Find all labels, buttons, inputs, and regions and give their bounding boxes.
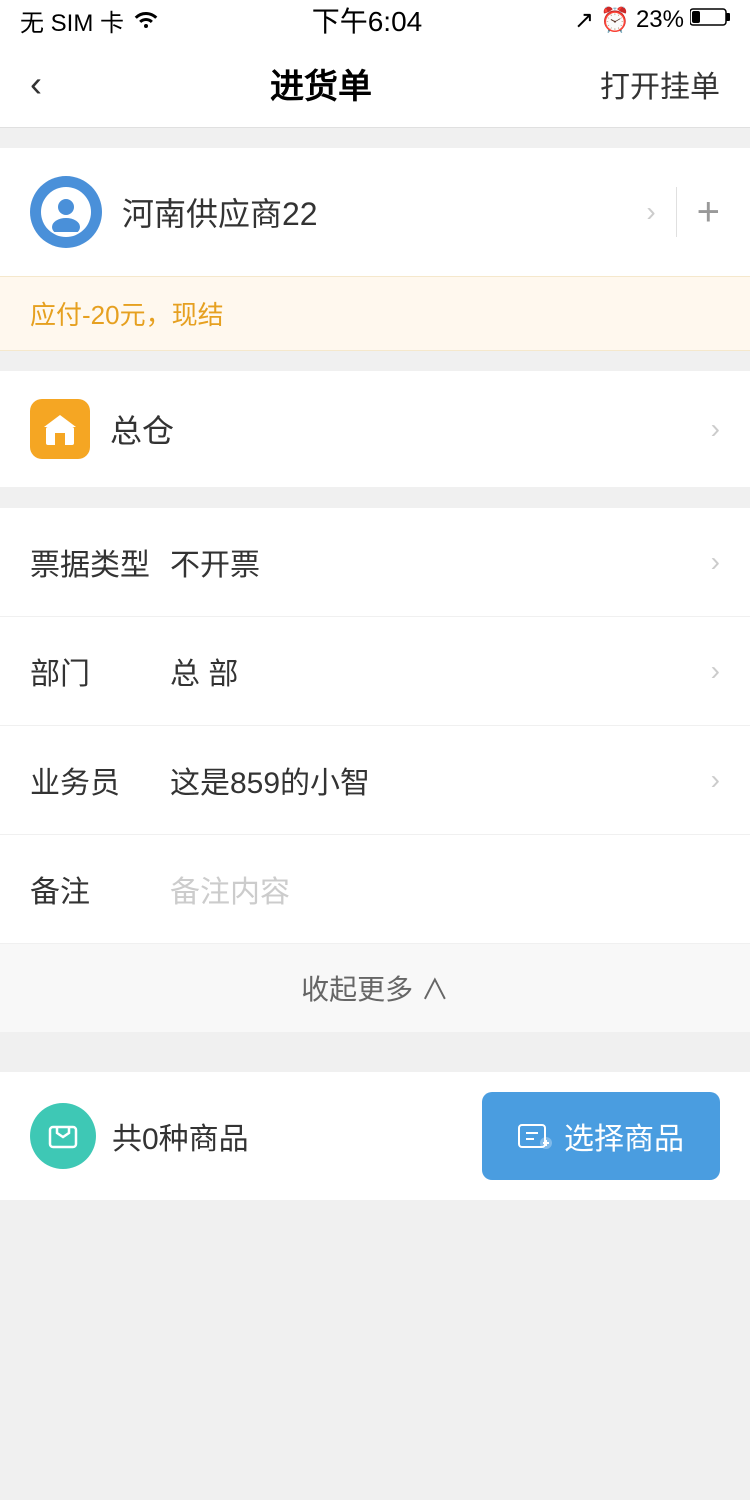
nav-bar: ‹ 进货单 打开挂单 — [0, 40, 750, 128]
open-pending-button[interactable]: 打开挂单 — [600, 62, 720, 106]
sim-indicator: 无 SIM 卡 — [20, 3, 124, 38]
product-count-wrap: 共0种商品 — [30, 1103, 249, 1169]
department-label: 部门 — [30, 649, 170, 693]
salesperson-row[interactable]: 业务员 这是859的小智 › — [0, 726, 750, 835]
page-title: 进货单 — [270, 59, 372, 108]
select-product-label: 选择商品 — [564, 1114, 684, 1158]
salesperson-chevron: › — [711, 764, 720, 796]
invoice-type-value: 不开票 — [170, 540, 711, 584]
supplier-avatar — [30, 176, 102, 248]
form-section: 票据类型 不开票 › 部门 总 部 › 业务员 这是859的小智 › 备注 备注… — [0, 508, 750, 944]
back-button[interactable]: ‹ — [30, 63, 42, 105]
salesperson-value: 这是859的小智 — [170, 758, 711, 802]
department-value: 总 部 — [170, 649, 711, 693]
supplier-chevron-icon: › — [646, 196, 655, 228]
department-chevron: › — [711, 655, 720, 687]
top-divider — [0, 128, 750, 148]
supplier-actions: › + — [646, 187, 720, 237]
status-bar: 无 SIM 卡 下午6:04 ↗ ⏰ 23% — [0, 0, 750, 40]
salesperson-label: 业务员 — [30, 758, 170, 802]
remark-row[interactable]: 备注 备注内容 — [0, 835, 750, 944]
status-time: 下午6:04 — [312, 0, 423, 40]
warehouse-chevron-icon: › — [711, 413, 720, 445]
divider-1 — [0, 351, 750, 371]
invoice-type-label: 票据类型 — [30, 540, 170, 584]
warehouse-row[interactable]: 总仓 › — [0, 371, 750, 488]
battery-text: 23% — [636, 6, 684, 34]
add-supplier-button[interactable]: + — [697, 192, 720, 232]
invoice-type-chevron: › — [711, 546, 720, 578]
divider-2 — [0, 488, 750, 508]
remark-label: 备注 — [30, 867, 170, 911]
avatar-icon — [41, 187, 91, 237]
supplier-section: 河南供应商22 › + 应付-20元，现结 — [0, 148, 750, 351]
alarm-icon: ⏰ — [600, 6, 630, 35]
page-background — [0, 1200, 750, 1500]
invoice-type-row[interactable]: 票据类型 不开票 › — [0, 508, 750, 617]
wifi-icon — [132, 6, 160, 35]
supplier-name: 河南供应商22 — [122, 189, 646, 235]
select-product-button[interactable]: 选择商品 — [482, 1092, 720, 1180]
status-right: ↗ ⏰ 23% — [574, 6, 730, 35]
warehouse-icon — [30, 399, 90, 459]
vertical-divider — [676, 187, 677, 237]
product-icon — [30, 1103, 96, 1169]
product-count-text: 共0种商品 — [112, 1114, 249, 1158]
collapse-label: 收起更多 ∧ — [301, 968, 449, 1008]
notice-text: 应付-20元，现结 — [30, 300, 224, 330]
divider-3 — [0, 1032, 750, 1052]
location-icon: ↗ — [574, 6, 594, 35]
supplier-row[interactable]: 河南供应商22 › + — [0, 148, 750, 276]
collapse-row[interactable]: 收起更多 ∧ — [0, 944, 750, 1032]
bottom-section: 共0种商品 选择商品 — [0, 1072, 750, 1200]
battery-icon — [690, 6, 730, 34]
remark-placeholder: 备注内容 — [170, 867, 720, 911]
warehouse-name: 总仓 — [110, 406, 711, 452]
status-left: 无 SIM 卡 — [20, 3, 160, 38]
department-row[interactable]: 部门 总 部 › — [0, 617, 750, 726]
notice-banner: 应付-20元，现结 — [0, 276, 750, 351]
